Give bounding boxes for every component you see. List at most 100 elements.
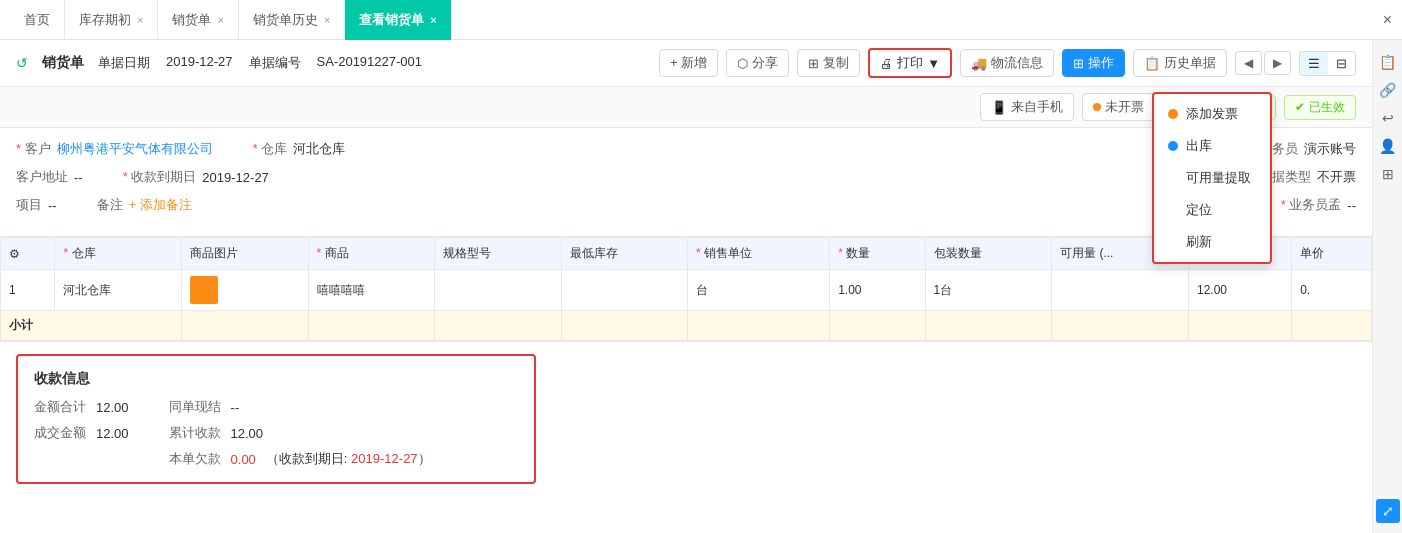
- address-field: 客户地址 --: [16, 168, 83, 186]
- tab-sales[interactable]: 销货单 ×: [158, 0, 238, 40]
- doc-number-value: SA-20191227-001: [317, 54, 423, 72]
- nav-prev[interactable]: ◀: [1235, 51, 1262, 75]
- col-qty: * 数量: [830, 238, 925, 270]
- view-grid[interactable]: ⊟: [1328, 52, 1355, 75]
- tab-history-close[interactable]: ×: [324, 14, 330, 26]
- logistics-icon: 🚚: [971, 56, 987, 71]
- open-status-label: 未开票: [1105, 98, 1144, 116]
- share-button[interactable]: ⬡ 分享: [726, 49, 789, 77]
- doc-header: ↺ 销货单 单据日期 2019-12-27 单据编号 SA-20191227-0…: [0, 40, 1372, 87]
- operate-button[interactable]: ⊞ 操作: [1062, 49, 1125, 77]
- new-button[interactable]: + 新增: [659, 49, 718, 77]
- print-label: 打印: [897, 54, 923, 72]
- summary-title: 收款信息: [34, 370, 518, 388]
- sidebar-icon-expand[interactable]: ⤢: [1376, 499, 1400, 523]
- customer-label: 客户: [16, 140, 51, 158]
- sidebar-icon-5[interactable]: ⊞: [1376, 162, 1400, 186]
- dropdown-available-qty[interactable]: 可用量提取: [1154, 162, 1270, 194]
- dropdown-locate[interactable]: 定位: [1154, 194, 1270, 226]
- subtotal-qty: [830, 311, 925, 341]
- locate-label: 定位: [1186, 201, 1212, 219]
- col-spec: 规格型号: [435, 238, 562, 270]
- note-field: 备注 + 添加备注: [97, 196, 192, 214]
- tab-inventory-label: 库存期初: [79, 11, 131, 29]
- tab-sales-close[interactable]: ×: [217, 14, 223, 26]
- outbound-dot: [1168, 141, 1178, 151]
- row-unit-price: 0.: [1292, 270, 1372, 311]
- note-add-label[interactable]: + 添加备注: [129, 196, 192, 214]
- tab-history[interactable]: 销货单历史 ×: [239, 0, 345, 40]
- subtotal-label: 小计: [1, 311, 182, 341]
- logistics-label: 物流信息: [991, 54, 1043, 72]
- logistics-button[interactable]: 🚚 物流信息: [960, 49, 1054, 77]
- operate-label: 操作: [1088, 54, 1114, 72]
- history-button[interactable]: 📋 历史单据: [1133, 49, 1227, 77]
- row-index: 1: [1, 270, 55, 311]
- address-value: --: [74, 170, 83, 185]
- dropdown-refresh[interactable]: 刷新: [1154, 226, 1270, 258]
- warehouse-value: 河北仓库: [293, 140, 345, 158]
- col-unit: * 销售单位: [688, 238, 830, 270]
- same-order-value: --: [231, 400, 240, 415]
- print-dropdown-icon: ▼: [927, 56, 940, 71]
- sidebar-icon-2[interactable]: 🔗: [1376, 78, 1400, 102]
- print-button[interactable]: 🖨 打印 ▼: [868, 48, 952, 78]
- dropdown-add-invoice[interactable]: 添加发票: [1154, 98, 1270, 130]
- open-status-button[interactable]: 未开票: [1082, 93, 1155, 121]
- phone-label: 来自手机: [1011, 98, 1063, 116]
- owed-extra: （收款到期日: 2019-12-27）: [266, 450, 431, 468]
- project-label: 项目: [16, 196, 42, 214]
- summary-col-right: 同单现结 -- 累计收款 12.00 本单欠款 0.00 （收款到期日: 201…: [169, 398, 431, 468]
- doc-date-value: 2019-12-27: [166, 54, 233, 72]
- phone-button[interactable]: 📱 来自手机: [980, 93, 1074, 121]
- tab-home[interactable]: 首页: [10, 0, 65, 40]
- row-qty: 1.00: [830, 270, 925, 311]
- copy-label: 复制: [823, 54, 849, 72]
- row-available: [1052, 270, 1189, 311]
- due-date-label: 收款到期日: [123, 168, 197, 186]
- subtotal-spec: [435, 311, 562, 341]
- view-list[interactable]: ☰: [1300, 52, 1328, 75]
- summary-cumulative: 累计收款 12.00: [169, 424, 431, 442]
- doc-title-area: ↺ 销货单 单据日期 2019-12-27 单据编号 SA-20191227-0…: [16, 54, 422, 72]
- doc-type-label: 销货单: [42, 54, 84, 72]
- customer-value[interactable]: 柳州粤港平安气体有限公司: [57, 140, 213, 158]
- phone-icon: 📱: [991, 100, 1007, 115]
- doc-date-label: 单据日期: [98, 54, 150, 72]
- window-close-button[interactable]: ×: [1383, 11, 1392, 29]
- available-qty-label: 可用量提取: [1186, 169, 1251, 187]
- sales-staff-field: 业务员孟 --: [1281, 196, 1356, 214]
- tab-view-sales-close[interactable]: ×: [430, 14, 436, 26]
- col-gear: ⚙: [1, 238, 55, 270]
- subtotal-stock: [1188, 311, 1291, 341]
- sales-staff-value: --: [1347, 198, 1356, 213]
- dropdown-outbound[interactable]: 出库: [1154, 130, 1270, 162]
- summary-owed: 本单欠款 0.00 （收款到期日: 2019-12-27）: [169, 450, 431, 468]
- tab-history-label: 销货单历史: [253, 11, 318, 29]
- tab-view-sales[interactable]: 查看销货单 ×: [345, 0, 451, 40]
- tab-inventory-close[interactable]: ×: [137, 14, 143, 26]
- nav-next[interactable]: ▶: [1264, 51, 1291, 75]
- ticket-type-value: 不开票: [1317, 168, 1356, 186]
- product-image: 🔸: [190, 276, 218, 304]
- sidebar-icon-4[interactable]: 👤: [1376, 134, 1400, 158]
- effect-icon: ✔: [1295, 100, 1305, 114]
- due-date-value: 2019-12-27: [202, 170, 269, 185]
- warehouse-label: 仓库: [253, 140, 288, 158]
- subtotal-row: 小计: [1, 311, 1372, 341]
- view-toggle: ☰ ⊟: [1299, 51, 1356, 76]
- col-pack-qty: 包装数量: [925, 238, 1052, 270]
- copy-icon: ⊞: [808, 56, 819, 71]
- sidebar-icon-3[interactable]: ↩: [1376, 106, 1400, 130]
- subtotal-product: [308, 311, 435, 341]
- copy-button[interactable]: ⊞ 复制: [797, 49, 860, 77]
- sidebar-icon-1[interactable]: 📋: [1376, 50, 1400, 74]
- print-icon: 🖨: [880, 56, 893, 71]
- same-order-label: 同单现结: [169, 398, 221, 416]
- tab-bar: 首页 库存期初 × 销货单 × 销货单历史 × 查看销货单 × ×: [0, 0, 1402, 40]
- main-area: ↺ 销货单 单据日期 2019-12-27 单据编号 SA-20191227-0…: [0, 40, 1372, 533]
- tab-inventory[interactable]: 库存期初 ×: [65, 0, 158, 40]
- tab-view-sales-label: 查看销货单: [359, 11, 424, 29]
- deal-amount-label: 成交金额: [34, 424, 86, 442]
- amount-total-value: 12.00: [96, 400, 129, 415]
